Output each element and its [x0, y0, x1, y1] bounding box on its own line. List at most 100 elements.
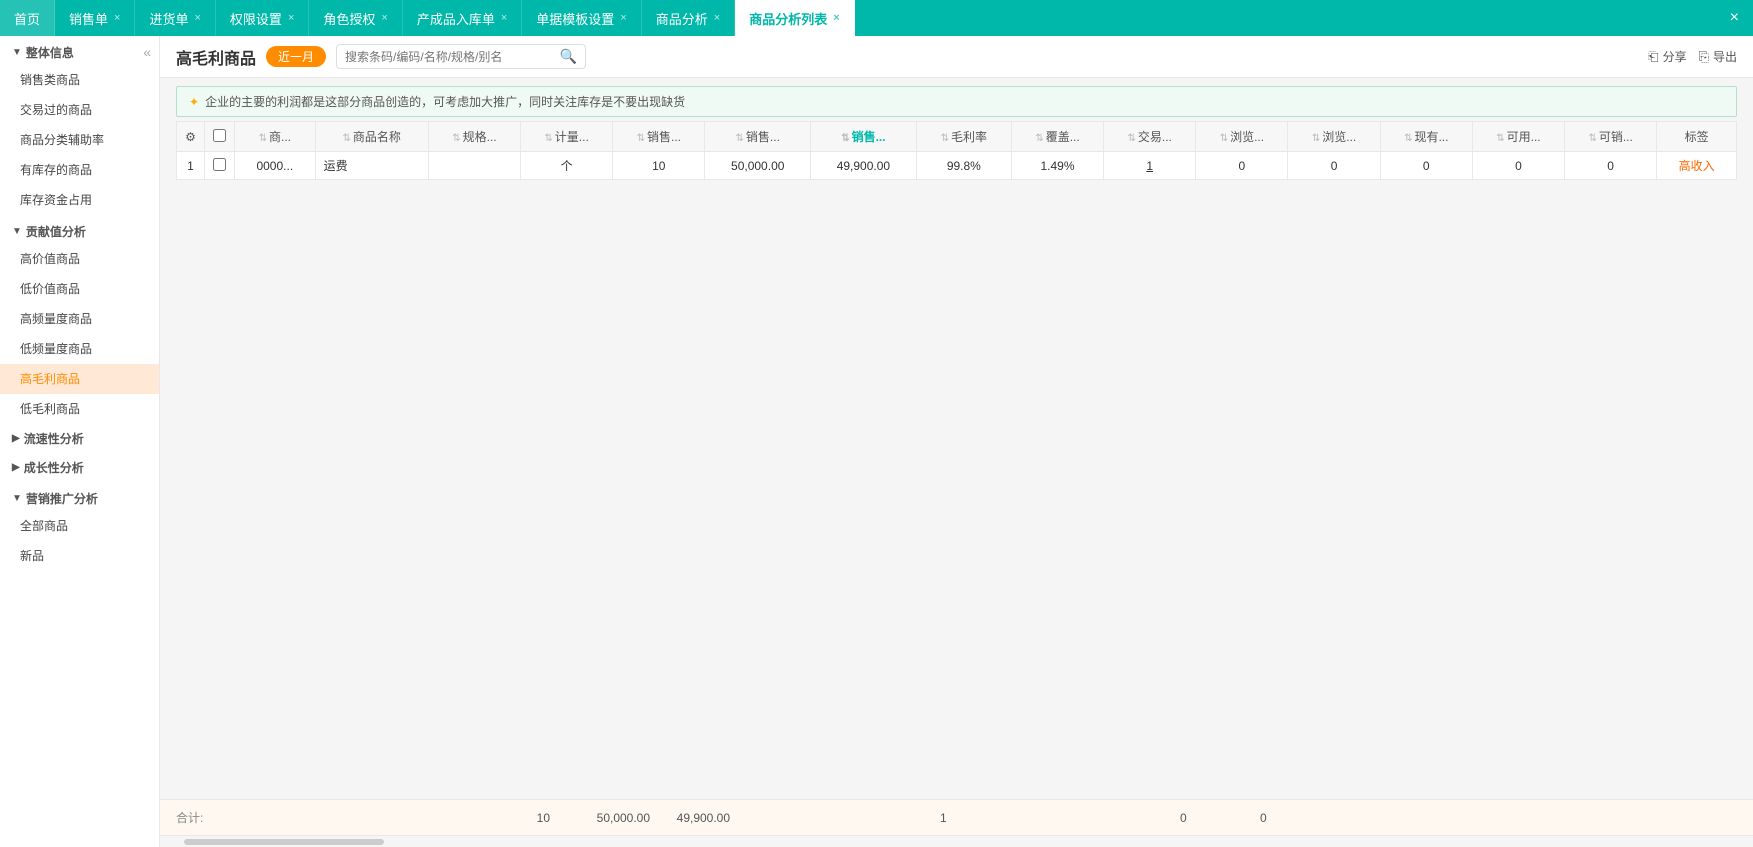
- close-role-permission[interactable]: ×: [381, 12, 387, 24]
- th-code: ⇅商...: [235, 122, 316, 152]
- th-sales-profit: ⇅销售...: [811, 122, 917, 152]
- sidebar-group-wealth-analysis[interactable]: ▼ 贡献值分析: [0, 215, 159, 244]
- select-all-checkbox[interactable]: [213, 129, 226, 142]
- nav-tab-role-permission[interactable]: 角色授权 ×: [309, 0, 402, 36]
- sidebar-item-analysis-assist-rate[interactable]: 商品分类辅助率: [0, 125, 159, 155]
- th-transactions: ⇅交易...: [1104, 122, 1196, 152]
- settings-icon: ⚙: [185, 130, 196, 144]
- th-tag: 标签: [1657, 122, 1737, 152]
- footer-sales-amt: 50,000.00: [583, 811, 663, 825]
- info-bar: ✦ 企业的主要的利润都是这部分商品创造的，可考虑加大推广，同时关注库存是不要出现…: [176, 86, 1737, 117]
- close-permission-settings[interactable]: ×: [288, 12, 294, 24]
- footer-bar: 合计: 10 50,000.00 49,900.00 1 0 0: [160, 799, 1753, 835]
- sidebar-collapse-button[interactable]: «: [143, 44, 151, 60]
- top-nav: 首页 销售单 × 进货单 × 权限设置 × 角色授权 × 产成品入库单 × 单据…: [0, 0, 1753, 36]
- th-name: ⇅商品名称: [315, 122, 428, 152]
- content-header: 高毛利商品 近一月 🔍 ⎗ 分享 ⎘ 导出: [160, 36, 1753, 78]
- nav-tab-purchase-order[interactable]: 进货单 ×: [135, 0, 215, 36]
- arrow-right-icon-2: ▶: [12, 462, 20, 473]
- sidebar-group-overall[interactable]: ▼ 整体信息: [0, 36, 159, 65]
- horizontal-scrollbar[interactable]: [184, 839, 384, 845]
- row-available: 0: [1472, 152, 1564, 180]
- close-all-button[interactable]: ×: [1716, 0, 1753, 36]
- sidebar-item-all-products[interactable]: 全部商品: [0, 511, 159, 541]
- sidebar-item-low-value[interactable]: 低价值商品: [0, 274, 159, 304]
- footer-available: 0: [1223, 811, 1303, 825]
- table-header-row: ⚙ ⇅商... ⇅商品名称 ⇅规格... ⇅计量... ⇅销售... ⇅销售..…: [177, 122, 1737, 152]
- sidebar-item-inventory-products[interactable]: 有库存的商品: [0, 155, 159, 185]
- footer-empty4: [1063, 811, 1143, 825]
- row-num: 1: [177, 152, 205, 180]
- th-sales-amt: ⇅销售...: [705, 122, 811, 152]
- close-sales-order[interactable]: ×: [114, 12, 120, 24]
- nav-tab-product-analysis[interactable]: 商品分析 ×: [642, 0, 735, 36]
- share-icon: ⎗: [1648, 49, 1658, 65]
- row-profit-rate: 99.8%: [916, 152, 1011, 180]
- sidebar-item-traded-products[interactable]: 交易过的商品: [0, 95, 159, 125]
- scroll-bar-area: [160, 835, 1753, 847]
- table-wrapper: ⚙ ⇅商... ⇅商品名称 ⇅规格... ⇅计量... ⇅销售... ⇅销售..…: [160, 121, 1753, 799]
- th-check[interactable]: [205, 122, 235, 152]
- page-title: 高毛利商品: [176, 45, 256, 69]
- row-browse2: 0: [1288, 152, 1380, 180]
- table-row: 1 0000... 运费 个 10 50,000.00 49,900.00 99…: [177, 152, 1737, 180]
- sidebar-group-flow-analysis[interactable]: ▶ 流速性分析: [0, 424, 159, 453]
- footer-current-stock: 0: [1143, 811, 1223, 825]
- sidebar-item-low-profit[interactable]: 低毛利商品: [0, 394, 159, 424]
- row-checkbox[interactable]: [213, 158, 226, 171]
- th-unit: ⇅计量...: [521, 122, 613, 152]
- close-product-analysis-list[interactable]: ×: [833, 12, 839, 24]
- arrow-right-icon: ▶: [12, 433, 20, 444]
- close-product-analysis[interactable]: ×: [714, 12, 720, 24]
- th-browse1: ⇅浏览...: [1196, 122, 1288, 152]
- sidebar-group-marketing-analysis[interactable]: ▼ 营销推广分析: [0, 482, 159, 511]
- nav-tab-product-entry[interactable]: 产成品入库单 ×: [403, 0, 522, 36]
- nav-tab-product-analysis-list[interactable]: 商品分析列表 ×: [735, 0, 854, 36]
- sidebar-item-high-value[interactable]: 高价值商品: [0, 244, 159, 274]
- th-profit-rate: ⇅毛利率: [916, 122, 1011, 152]
- th-coverage: ⇅覆盖...: [1011, 122, 1103, 152]
- content-area: 高毛利商品 近一月 🔍 ⎗ 分享 ⎘ 导出 ✦ 企业的主要的利润都是这部分商品创…: [160, 36, 1753, 847]
- export-button[interactable]: ⎘ 导出: [1699, 48, 1737, 65]
- sidebar-group-growth-analysis[interactable]: ▶ 成长性分析: [0, 453, 159, 482]
- sidebar-item-high-freq[interactable]: 高频量度商品: [0, 304, 159, 334]
- th-spec: ⇅规格...: [428, 122, 520, 152]
- sidebar-item-high-profit[interactable]: 高毛利商品: [0, 364, 159, 394]
- nav-tab-home[interactable]: 首页: [0, 0, 55, 36]
- sidebar-item-new-products[interactable]: 新品: [0, 541, 159, 571]
- th-current-stock: ⇅现有...: [1380, 122, 1472, 152]
- arrow-down-icon: ▼: [12, 47, 22, 58]
- search-input[interactable]: [345, 50, 556, 64]
- footer-transactions: 1: [903, 811, 983, 825]
- arrow-down-icon-3: ▼: [12, 493, 22, 504]
- row-sellable: 0: [1565, 152, 1657, 180]
- nav-tab-template-settings[interactable]: 单据模板设置 ×: [522, 0, 641, 36]
- th-browse2: ⇅浏览...: [1288, 122, 1380, 152]
- export-icon: ⎘: [1699, 49, 1709, 65]
- row-check[interactable]: [205, 152, 235, 180]
- row-coverage: 1.49%: [1011, 152, 1103, 180]
- close-product-entry[interactable]: ×: [501, 12, 507, 24]
- sidebar: « ▼ 整体信息 销售类商品 交易过的商品 商品分类辅助率 有库存的商品 库存资…: [0, 36, 160, 847]
- th-sales-qty: ⇅销售...: [613, 122, 705, 152]
- close-purchase-order[interactable]: ×: [194, 12, 200, 24]
- header-actions: ⎗ 分享 ⎘ 导出: [1648, 48, 1737, 65]
- info-text: 企业的主要的利润都是这部分商品创造的，可考虑加大推广，同时关注库存是不要出现缺货: [205, 93, 685, 110]
- sidebar-item-low-freq[interactable]: 低频量度商品: [0, 334, 159, 364]
- th-settings[interactable]: ⚙: [177, 122, 205, 152]
- nav-tab-permission-settings[interactable]: 权限设置 ×: [216, 0, 309, 36]
- share-button[interactable]: ⎗ 分享: [1648, 48, 1686, 65]
- row-name: 运费: [315, 152, 428, 180]
- footer-empty2: [823, 811, 903, 825]
- filter-recent-month-button[interactable]: 近一月: [266, 46, 326, 67]
- row-code: 0000...: [235, 152, 316, 180]
- nav-tab-sales-order[interactable]: 销售单 ×: [55, 0, 135, 36]
- row-current-stock: 0: [1380, 152, 1472, 180]
- row-tag: 高收入: [1657, 152, 1737, 180]
- arrow-down-icon-2: ▼: [12, 226, 22, 237]
- row-transactions: 1: [1104, 152, 1196, 180]
- search-icon[interactable]: 🔍: [560, 48, 577, 65]
- close-template-settings[interactable]: ×: [620, 12, 626, 24]
- sidebar-item-sales-products[interactable]: 销售类商品: [0, 65, 159, 95]
- sidebar-item-inventory-capital[interactable]: 库存资金占用: [0, 185, 159, 215]
